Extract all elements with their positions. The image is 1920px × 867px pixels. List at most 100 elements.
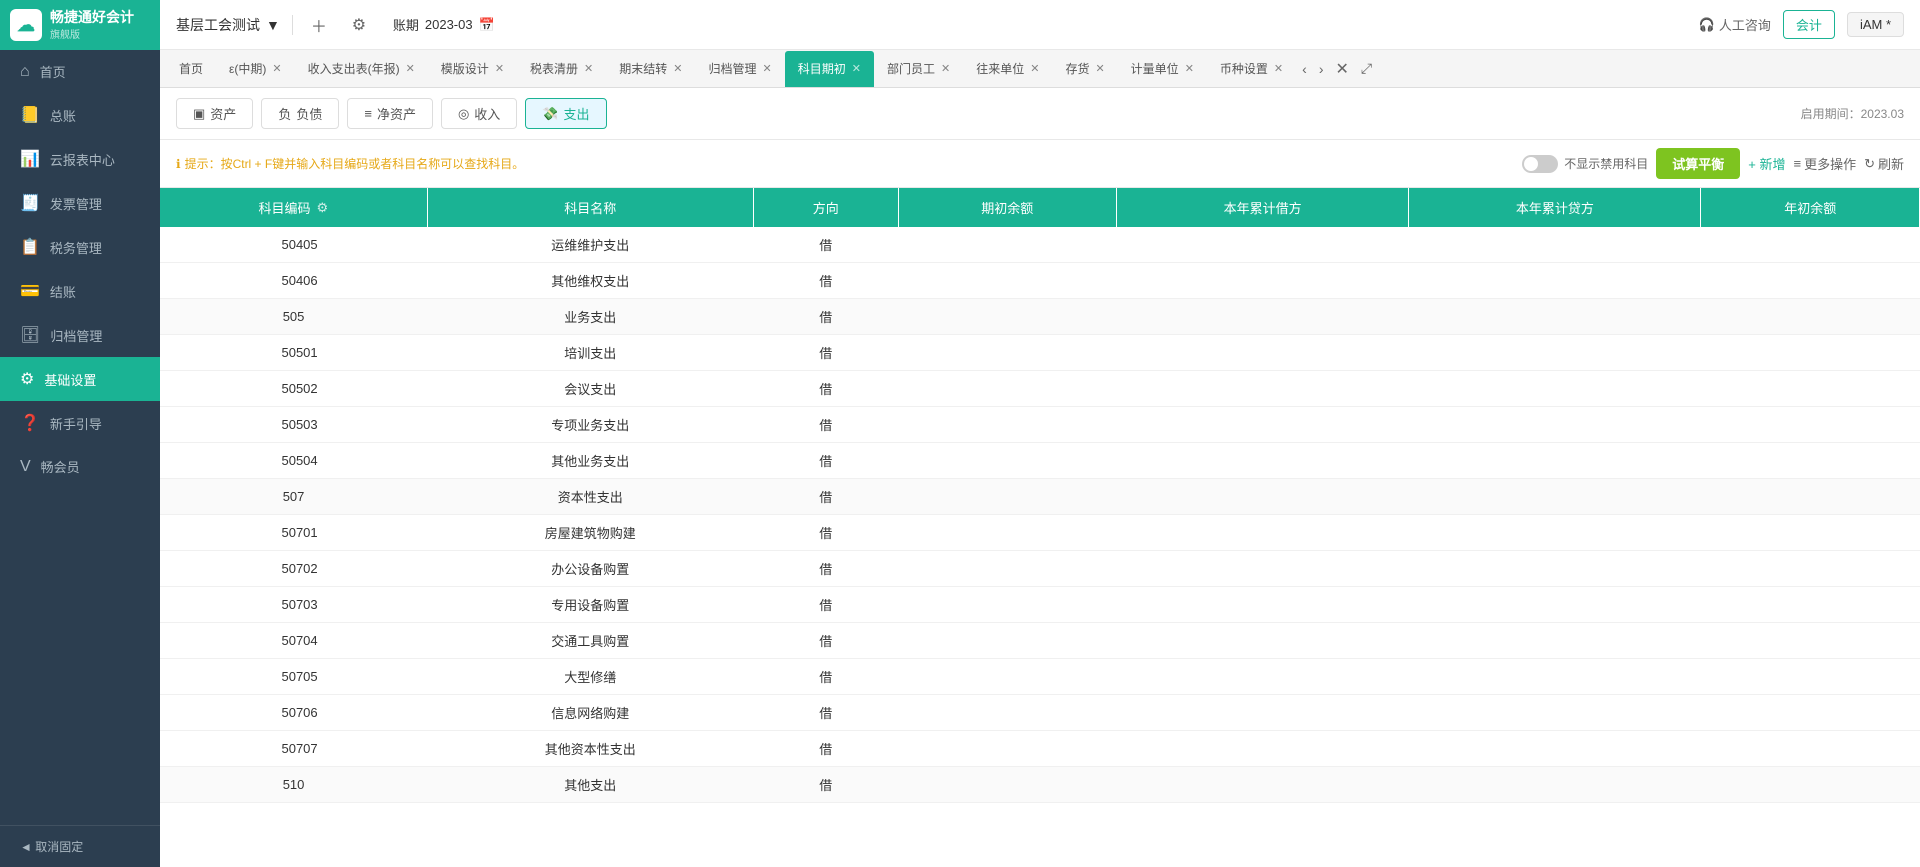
cell-debit: [1117, 407, 1409, 443]
tab-next-button[interactable]: ›: [1313, 57, 1330, 81]
tab-prev-button[interactable]: ‹: [1296, 57, 1313, 81]
sidebar-item-guide[interactable]: ❓ 新手引导: [0, 401, 160, 445]
net-asset-icon: ≡: [364, 106, 372, 121]
user-badge: iAM *: [1847, 12, 1904, 37]
cell-init: [1701, 335, 1920, 371]
tab-dept[interactable]: 部门员工 ✕: [874, 51, 963, 87]
tab-archive[interactable]: 归档管理 ✕: [696, 51, 785, 87]
sidebar-footer[interactable]: ◄ 取消固定: [0, 825, 160, 867]
reports-icon: 📊: [20, 149, 40, 169]
tab-currency[interactable]: 币种设置 ✕: [1207, 51, 1296, 87]
tab-subject-init[interactable]: 科目期初 ✕: [785, 51, 874, 87]
more-button[interactable]: ≡ 更多操作: [1793, 154, 1856, 173]
sidebar-item-tax[interactable]: 📋 税务管理: [0, 225, 160, 269]
tab-unit[interactable]: 计量单位 ✕: [1118, 51, 1207, 87]
subtab-asset[interactable]: ▣ 资产: [176, 98, 253, 129]
table-row[interactable]: 50406 其他维权支出 借: [160, 263, 1920, 299]
tab-template-label: 模版设计: [441, 60, 489, 77]
cell-debit: [1117, 623, 1409, 659]
tab-period-end[interactable]: 期末结转 ✕: [606, 51, 695, 87]
tab-subject-init-close[interactable]: ✕: [852, 62, 861, 75]
dropdown-icon: ▼: [266, 17, 280, 33]
tab-unit-close[interactable]: ✕: [1185, 62, 1194, 75]
sidebar-label-archive: 归档管理: [50, 326, 102, 345]
tab-inventory[interactable]: 存货 ✕: [1052, 51, 1117, 87]
balance-button[interactable]: 试算平衡: [1656, 148, 1740, 179]
toggle-switch-control[interactable]: [1522, 155, 1558, 173]
tab-expand-button[interactable]: ⤢: [1355, 56, 1378, 81]
sidebar-item-invoice[interactable]: 🧾 发票管理: [0, 181, 160, 225]
table-row[interactable]: 50503 专项业务支出 借: [160, 407, 1920, 443]
sidebar-item-ledger[interactable]: 📒 总账: [0, 93, 160, 137]
table-row[interactable]: 510 其他支出 借: [160, 767, 1920, 803]
cell-dir: 借: [753, 227, 898, 263]
sidebar-item-settings[interactable]: ⚙ 基础设置: [0, 357, 160, 401]
tab-home[interactable]: 首页: [166, 51, 216, 87]
table-row[interactable]: 50707 其他资本性支出 借: [160, 731, 1920, 767]
tab-yearreport[interactable]: 收入支出表(年报) ✕: [295, 51, 428, 87]
tab-currency-close[interactable]: ✕: [1274, 62, 1283, 75]
tab-period-end-close[interactable]: ✕: [673, 62, 682, 75]
period-info: 账期 2023-03 📅: [393, 15, 495, 34]
checkout-icon: 💳: [20, 281, 40, 301]
tab-template-close[interactable]: ✕: [495, 62, 504, 75]
cell-dir: 借: [753, 335, 898, 371]
table-row[interactable]: 50704 交通工具购置 借: [160, 623, 1920, 659]
table-row[interactable]: 507 资本性支出 借: [160, 479, 1920, 515]
cell-init: [1701, 731, 1920, 767]
sidebar-nav: ⌂ 首页 📒 总账 📊 云报表中心 🧾 发票管理 📋 税务管理 💳 结账 🗄 归…: [0, 50, 160, 825]
refresh-button[interactable]: ↻ 刷新: [1864, 154, 1904, 173]
cell-code: 50706: [160, 695, 427, 731]
subtab-expense[interactable]: 💸 支出: [525, 98, 606, 129]
cell-credit: [1409, 623, 1701, 659]
tab-midterm-close[interactable]: ✕: [272, 62, 281, 75]
tab-dept-close[interactable]: ✕: [941, 62, 950, 75]
table-row[interactable]: 50405 运维维护支出 借: [160, 227, 1920, 263]
tab-yearreport-close[interactable]: ✕: [406, 62, 415, 75]
info-icon: ℹ: [176, 157, 181, 171]
table-row[interactable]: 50705 大型修缮 借: [160, 659, 1920, 695]
table-wrapper: 科目编码 ⚙ 科目名称 方向 期初余额 本年累计借方 本年累计贷方 年初余额 5…: [160, 188, 1920, 867]
add-button[interactable]: + 新增: [1748, 154, 1785, 173]
settings-project-button[interactable]: ⚙: [345, 11, 373, 39]
table-row[interactable]: 505 业务支出 借: [160, 299, 1920, 335]
table-row[interactable]: 50502 会议支出 借: [160, 371, 1920, 407]
subtab-net-asset[interactable]: ≡ 净资产: [347, 98, 433, 129]
table-row[interactable]: 50504 其他业务支出 借: [160, 443, 1920, 479]
table-row[interactable]: 50501 培训支出 借: [160, 335, 1920, 371]
table-row[interactable]: 50703 专用设备购置 借: [160, 587, 1920, 623]
project-selector[interactable]: 基层工会测试 ▼: [176, 15, 280, 35]
help-button[interactable]: 🎧 人工咨询: [1699, 15, 1771, 34]
cell-name: 交通工具购置: [427, 623, 753, 659]
tab-tax-close[interactable]: ✕: [584, 62, 593, 75]
main-area: 基层工会测试 ▼ ＋ ⚙ 账期 2023-03 📅 🎧 人工咨询 会计 iAM …: [160, 0, 1920, 867]
tab-midterm[interactable]: ε(中期) ✕: [216, 51, 295, 87]
cell-init: [1701, 623, 1920, 659]
tab-currency-label: 币种设置: [1220, 60, 1268, 77]
tab-inventory-close[interactable]: ✕: [1095, 62, 1104, 75]
table-row[interactable]: 50706 信息网络购建 借: [160, 695, 1920, 731]
tab-partner[interactable]: 往来单位 ✕: [963, 51, 1052, 87]
sidebar-item-checkout[interactable]: 💳 结账: [0, 269, 160, 313]
calendar-icon[interactable]: 📅: [479, 17, 495, 33]
account-button[interactable]: 会计: [1783, 10, 1835, 39]
cell-debit: [1117, 371, 1409, 407]
sidebar-item-reports[interactable]: 📊 云报表中心: [0, 137, 160, 181]
cell-credit: [1409, 587, 1701, 623]
subtab-liability[interactable]: 负 负债: [261, 98, 339, 129]
sidebar-item-archive[interactable]: 🗄 归档管理: [0, 313, 160, 357]
subtab-income[interactable]: ◎ 收入: [441, 98, 517, 129]
gear-icon[interactable]: ⚙: [316, 200, 328, 216]
sidebar-item-member[interactable]: V 畅会员: [0, 445, 160, 488]
tab-archive-close[interactable]: ✕: [763, 62, 772, 75]
tab-partner-close[interactable]: ✕: [1030, 62, 1039, 75]
tab-tax[interactable]: 税表清册 ✕: [517, 51, 606, 87]
col-header-name: 科目名称: [427, 188, 753, 227]
tab-close-all-button[interactable]: ✕: [1329, 55, 1354, 83]
add-project-button[interactable]: ＋: [305, 11, 333, 39]
table-row[interactable]: 50701 房屋建筑物购建 借: [160, 515, 1920, 551]
table-row[interactable]: 50702 办公设备购置 借: [160, 551, 1920, 587]
cell-balance: [898, 767, 1116, 803]
tab-template[interactable]: 模版设计 ✕: [428, 51, 517, 87]
sidebar-item-home[interactable]: ⌂ 首页: [0, 50, 160, 93]
